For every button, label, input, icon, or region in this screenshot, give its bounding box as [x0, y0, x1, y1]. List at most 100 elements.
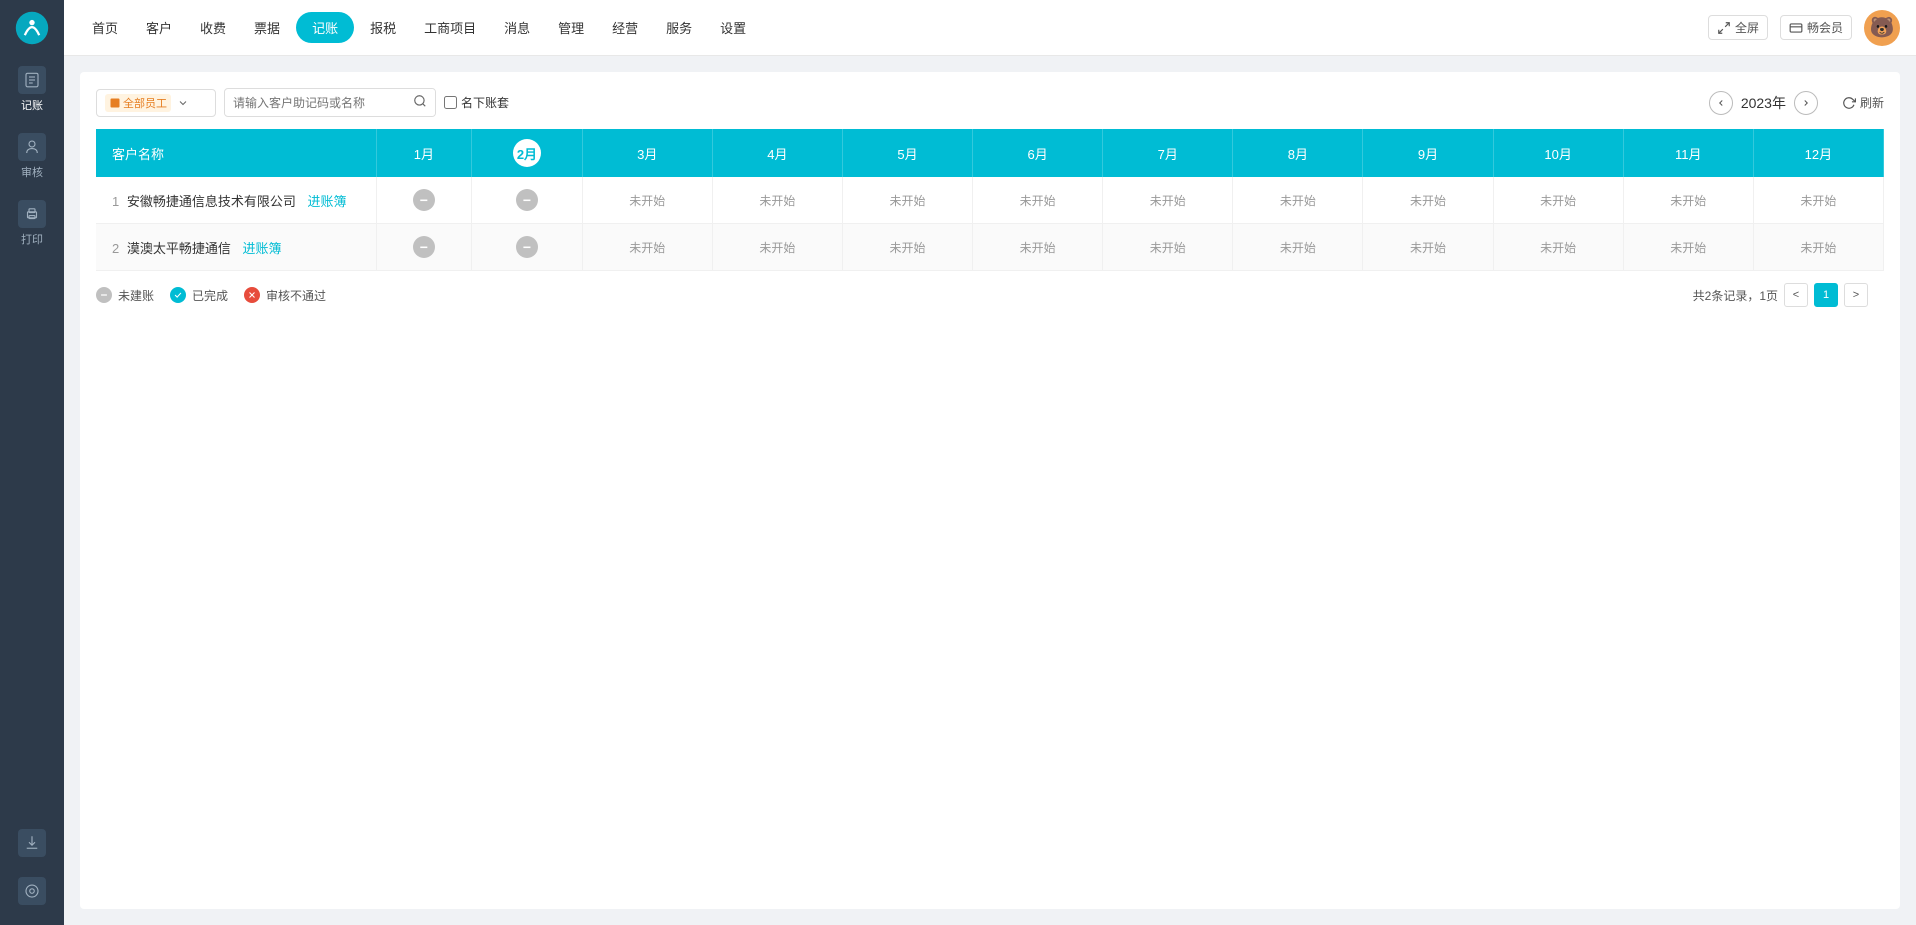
status-not-started-text: 未开始: [629, 194, 665, 208]
month-cell-12: 未开始: [1753, 224, 1883, 271]
status-not-started-text: 未开始: [759, 194, 795, 208]
user-avatar[interactable]: 🐻: [1864, 10, 1900, 46]
month-cell-2[interactable]: −: [472, 224, 582, 271]
status-not-started-text: 未开始: [629, 241, 665, 255]
next-year-button[interactable]: [1794, 91, 1818, 115]
enter-ledger-link[interactable]: 进账簿: [308, 194, 347, 209]
vip-label: 畅会员: [1807, 19, 1843, 36]
month-cell-7: 未开始: [1103, 224, 1233, 271]
nav-settings[interactable]: 设置: [708, 12, 758, 43]
topnav-right: 全屏 畅会员 🐻: [1708, 10, 1900, 46]
month-cell-11: 未开始: [1623, 224, 1753, 271]
main-area: 首页 客户 收费 票据 记账 报税 工商项目 消息 管理 经营 服务 设置 全屏: [64, 0, 1916, 925]
current-page-button[interactable]: 1: [1814, 283, 1838, 307]
pagination: 共2条记录，1页 < 1 >: [1693, 283, 1868, 307]
rejected-label: 审核不通过: [266, 287, 326, 304]
refresh-icon: [1842, 96, 1856, 110]
status-not-started-text: 未开始: [1150, 194, 1186, 208]
month-cell-6: 未开始: [973, 177, 1103, 224]
nav-tax[interactable]: 报税: [358, 12, 408, 43]
sidebar-item-jizhang[interactable]: 记账: [0, 56, 64, 123]
current-month-circle: 2月: [513, 139, 541, 167]
next-year-icon: [1801, 98, 1811, 108]
status-not-started-text: 未开始: [1800, 194, 1836, 208]
table-footer: 未建账 已完成 审核不通过 共2条记录，1页: [96, 271, 1884, 311]
month-cell-12: 未开始: [1753, 177, 1883, 224]
legend-not-built: 未建账: [96, 287, 154, 304]
month-cell-1[interactable]: −: [376, 224, 472, 271]
status-dash-icon[interactable]: −: [516, 189, 538, 211]
rejected-icon: [244, 287, 260, 303]
th-apr: 4月: [712, 129, 842, 177]
status-not-started-text: 未开始: [1670, 241, 1706, 255]
month-cell-3: 未开始: [582, 224, 712, 271]
month-cell-9: 未开始: [1363, 177, 1493, 224]
vip-button[interactable]: 畅会员: [1780, 15, 1852, 40]
nav-client[interactable]: 客户: [134, 12, 184, 43]
search-input[interactable]: [225, 91, 405, 115]
nav-invoice[interactable]: 票据: [242, 12, 292, 43]
content-card: 全部员工 名: [80, 72, 1900, 909]
prev-page-button[interactable]: <: [1784, 283, 1808, 307]
search-button[interactable]: [405, 89, 435, 116]
nav-service[interactable]: 服务: [654, 12, 704, 43]
th-sep: 9月: [1363, 129, 1493, 177]
sidebar-item-support[interactable]: [0, 867, 64, 915]
my-accounts-checkbox-label[interactable]: 名下账套: [444, 94, 509, 111]
search-input-wrap: [224, 88, 436, 117]
year-nav: 2023年: [1709, 91, 1818, 115]
sidebar-item-shenhe-label: 审核: [21, 164, 43, 180]
search-icon: [413, 94, 427, 108]
sidebar: 记账 审核 打印: [0, 0, 64, 925]
client-name-text: 安徽畅捷通信息技术有限公司: [127, 194, 296, 209]
sidebar-item-shenhe[interactable]: 审核: [0, 123, 64, 190]
month-cell-7: 未开始: [1103, 177, 1233, 224]
month-cell-4: 未开始: [712, 177, 842, 224]
enter-ledger-link[interactable]: 进账簿: [243, 241, 282, 256]
status-not-started-text: 未开始: [1150, 241, 1186, 255]
th-jun: 6月: [973, 129, 1103, 177]
status-dash-icon[interactable]: −: [413, 189, 435, 211]
refresh-button[interactable]: 刷新: [1842, 94, 1884, 111]
topnav: 首页 客户 收费 票据 记账 报税 工商项目 消息 管理 经营 服务 设置 全屏: [64, 0, 1916, 56]
nav-operations[interactable]: 经营: [600, 12, 650, 43]
month-cell-10: 未开始: [1493, 177, 1623, 224]
fullscreen-button[interactable]: 全屏: [1708, 15, 1768, 40]
prev-year-icon: [1716, 98, 1726, 108]
month-cell-1[interactable]: −: [376, 177, 472, 224]
sidebar-item-download[interactable]: [0, 819, 64, 867]
content-area: 全部员工 名: [64, 56, 1916, 925]
month-cell-8: 未开始: [1233, 224, 1363, 271]
my-accounts-checkbox[interactable]: [444, 96, 457, 109]
nav-bookkeeping[interactable]: 记账: [296, 12, 354, 43]
employee-select[interactable]: 全部员工: [96, 89, 216, 117]
nav-charge[interactable]: 收费: [188, 12, 238, 43]
status-dash-icon[interactable]: −: [413, 236, 435, 258]
month-cell-9: 未开始: [1363, 224, 1493, 271]
month-cell-4: 未开始: [712, 224, 842, 271]
th-client-name: 客户名称: [96, 129, 376, 177]
table-wrap: 客户名称 1月 2月 3月 4月: [96, 129, 1884, 271]
status-not-started-text: 未开始: [1670, 194, 1706, 208]
nav-message[interactable]: 消息: [492, 12, 542, 43]
nav-business[interactable]: 工商项目: [412, 12, 488, 43]
status-dash-icon[interactable]: −: [516, 236, 538, 258]
sidebar-item-dayin[interactable]: 打印: [0, 190, 64, 257]
status-not-started-text: 未开始: [1410, 241, 1446, 255]
employee-tag: 全部员工: [105, 94, 171, 112]
month-cell-5: 未开始: [842, 177, 972, 224]
legend-completed: 已完成: [170, 287, 228, 304]
table-row: 1 安徽畅捷通信息技术有限公司 进账簿 −−未开始未开始未开始未开始未开始未开始…: [96, 177, 1884, 224]
th-may: 5月: [842, 129, 972, 177]
client-name-cell: 1 安徽畅捷通信息技术有限公司 进账簿: [96, 177, 376, 224]
nav-home[interactable]: 首页: [80, 12, 130, 43]
nav-manage[interactable]: 管理: [546, 12, 596, 43]
bookkeeping-table: 客户名称 1月 2月 3月 4月: [96, 129, 1884, 271]
next-page-button[interactable]: >: [1844, 283, 1868, 307]
employee-tag-icon: [109, 97, 121, 109]
status-not-started-text: 未开始: [1280, 241, 1316, 255]
table-row: 2 漠澳太平畅捷通信 进账簿 −−未开始未开始未开始未开始未开始未开始未开始未开…: [96, 224, 1884, 271]
row-index: 1: [112, 194, 119, 209]
month-cell-2[interactable]: −: [472, 177, 582, 224]
prev-year-button[interactable]: [1709, 91, 1733, 115]
